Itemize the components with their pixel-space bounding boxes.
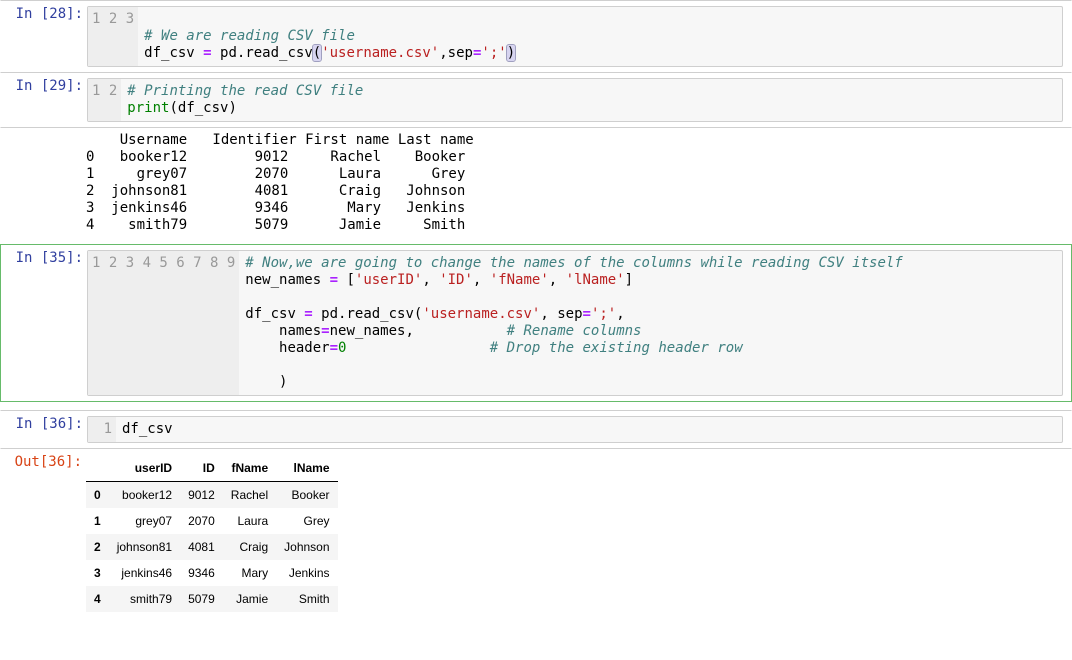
dataframe-output: userID ID fName lName 0booker129012Rache… [86,455,338,612]
in-prompt: In [35]: [1,245,83,401]
code-editor[interactable]: # Printing the read CSV file print(df_cs… [121,79,1062,121]
code-cell-28: In [28]: 1 2 3 # We are reading CSV file… [0,0,1072,73]
table-row: 2johnson814081CraigJohnson [86,534,338,560]
line-gutter: 1 2 3 4 5 6 7 8 9 [88,251,239,395]
code-input[interactable]: 1 2 # Printing the read CSV file print(d… [87,78,1063,122]
code-editor[interactable]: # We are reading CSV file df_csv = pd.re… [138,7,1062,66]
line-gutter: 1 [88,417,116,442]
table-row: 0booker129012RachelBooker [86,482,338,509]
out-prompt: Out[36]: [0,449,82,618]
table-header-row: userID ID fName lName [86,455,338,482]
line-gutter: 1 2 3 [88,7,138,66]
code-editor[interactable]: df_csv [116,417,1062,442]
output-cell-36: Out[36]: userID ID fName lName 0booker12… [0,449,1072,624]
code-editor[interactable]: # Now,we are going to change the names o… [239,251,1062,395]
code-input[interactable]: 1 2 3 # We are reading CSV file df_csv =… [87,6,1063,67]
table-row: 4smith795079JamieSmith [86,586,338,612]
code-input[interactable]: 1 2 3 4 5 6 7 8 9 # Now,we are going to … [87,250,1063,396]
out-prompt-empty [0,128,82,238]
code-cell-36: In [36]: 1 df_csv [0,410,1072,449]
code-cell-35: In [35]: 1 2 3 4 5 6 7 8 9 # Now,we are … [0,244,1072,402]
code-input[interactable]: 1 df_csv [87,416,1063,443]
in-prompt: In [36]: [1,411,83,448]
in-prompt: In [28]: [1,1,83,72]
stdout-output: Username Identifier First name Last name… [86,128,1064,238]
table-row: 3jenkins469346MaryJenkins [86,560,338,586]
table-row: 1grey072070LauraGrey [86,508,338,534]
code-cell-29: In [29]: 1 2 # Printing the read CSV fil… [0,73,1072,128]
in-prompt: In [29]: [1,73,83,127]
line-gutter: 1 2 [88,79,121,121]
output-cell-29: Username Identifier First name Last name… [0,128,1072,244]
